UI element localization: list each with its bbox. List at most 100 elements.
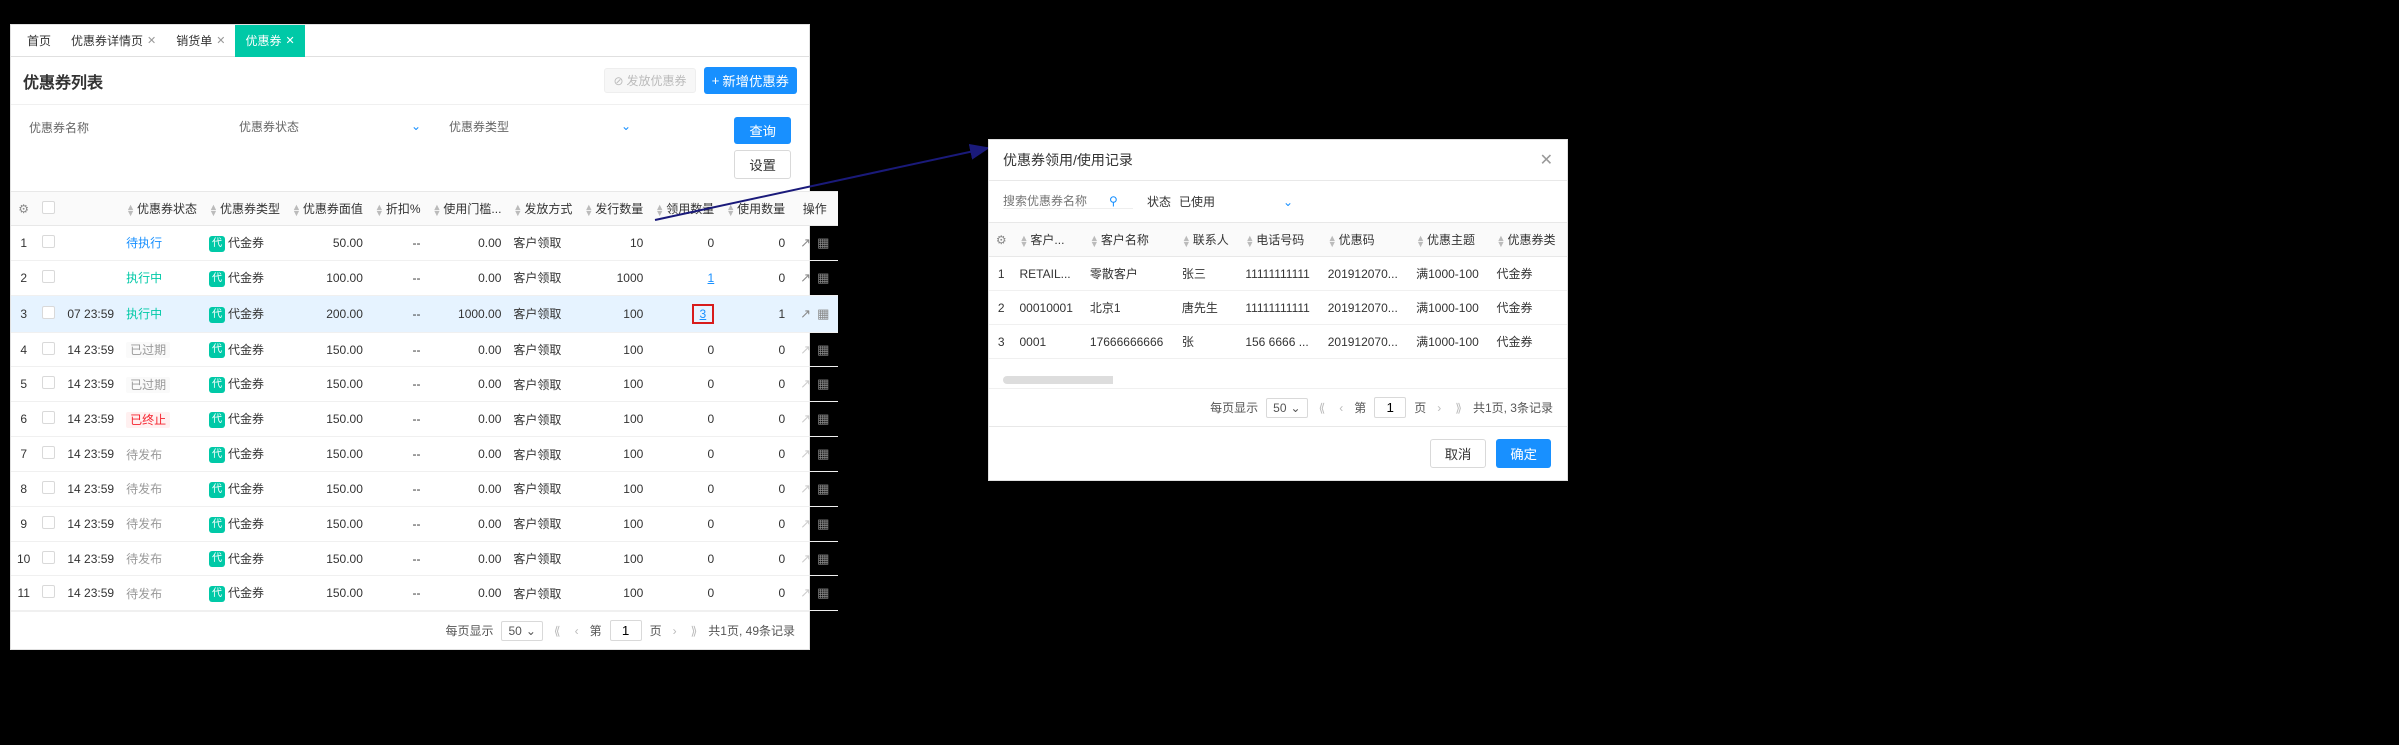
table-row[interactable]: 3000117666666666张156 6666 ...2019120​70.… [989,325,1567,359]
horizontal-scrollbar[interactable] [1003,376,1553,384]
qr-icon[interactable]: ▦ [817,481,829,496]
close-icon[interactable]: ✕ [1540,150,1553,170]
page-prev-button[interactable]: ‹ [572,624,582,638]
col-face[interactable]: ▲▼优惠券面值 [286,192,369,226]
page-next-button[interactable]: › [1434,401,1444,415]
close-icon[interactable]: ✕ [216,25,225,57]
tab-优惠券[interactable]: 优惠券✕ [235,25,304,57]
qr-icon[interactable]: ▦ [817,585,829,600]
qr-icon[interactable]: ▦ [817,235,829,250]
row-ops: ↗▦ [791,332,838,367]
page-title: 优惠券列表 [23,69,103,93]
table-row[interactable]: 414 23:59已过期代代金券150.00--0.00客户领取10000↗▦ [11,332,838,367]
row-checkbox[interactable] [42,235,55,248]
qr-icon[interactable]: ▦ [817,411,829,426]
row-checkbox[interactable] [42,342,55,355]
row-checkbox[interactable] [42,376,55,389]
filter-status-select[interactable]: ⌄ [305,117,425,135]
type-badge-icon: 代 [209,482,225,498]
share-icon: ↗ [800,446,811,461]
table-row[interactable]: 1114 23:59待发布代代金券150.00--0.00客户领取10000↗▦ [11,576,838,611]
per-page-select[interactable]: 50 ⌄ [1266,398,1307,418]
page-input[interactable] [610,620,642,641]
row-type: 代代金券 [203,226,286,261]
col-gear[interactable]: ⚙ [11,192,36,226]
filter-name-input[interactable] [95,117,215,137]
table-row[interactable]: 614 23:59已终止代代金券150.00--0.00客户领取10000↗▦ [11,402,838,437]
col-check[interactable] [36,192,61,226]
col-method[interactable]: ▲▼发放方式 [507,192,578,226]
page-prev-button[interactable]: ‹ [1336,401,1346,415]
qr-icon[interactable]: ▦ [817,376,829,391]
search-button[interactable]: 查询 [734,117,791,144]
col-contact[interactable]: ▲▼联系人 [1176,223,1239,257]
claim-count-link[interactable]: 3 [692,304,715,324]
col-custname[interactable]: ▲▼客户名称 [1084,223,1176,257]
col-threshold[interactable]: ▲▼使用门槛... [426,192,507,226]
table-row[interactable]: 814 23:59待发布代代金券150.00--0.00客户领取10000↗▦ [11,471,838,506]
share-icon[interactable]: ↗ [800,235,811,250]
col-custno[interactable]: ▲▼客户... [1014,223,1084,257]
table-row[interactable]: 914 23:59待发布代代金券150.00--0.00客户领取10000↗▦ [11,506,838,541]
qr-icon[interactable]: ▦ [817,516,829,531]
row-checkbox[interactable] [42,411,55,424]
tab-优惠券详情页[interactable]: 优惠券详情页✕ [61,25,166,57]
table-row[interactable]: 2执行中代代金券100.00--0.00客户领取100010↗▦ [11,260,838,295]
modal-state-select[interactable]: 状态 已使用 ⌄ [1147,193,1293,210]
claim-count-link[interactable]: 1 [708,271,715,285]
page-first-button[interactable]: ⟪ [1316,401,1329,415]
qr-icon[interactable]: ▦ [817,270,829,285]
share-icon[interactable]: ↗ [800,306,811,321]
page-last-button[interactable]: ⟫ [1452,401,1465,415]
share-icon[interactable]: ↗ [800,270,811,285]
qr-icon[interactable]: ▦ [817,306,829,321]
qr-icon[interactable]: ▦ [817,342,829,357]
col-issue[interactable]: ▲▼发行数量 [578,192,649,226]
col-type[interactable]: ▲▼优惠券类型 [203,192,286,226]
modal-search[interactable]: ⚲ [1003,194,1133,209]
col-subject[interactable]: ▲▼优惠主题 [1410,223,1490,257]
table-row[interactable]: 1RETAIL...零散客户张三111111111112019120​70...… [989,257,1567,291]
row-checkbox[interactable] [42,446,55,459]
tab-首页[interactable]: 首页 [17,25,61,57]
row-contact: 唐先生 [1176,291,1239,325]
table-row[interactable]: 714 23:59待发布代代金券150.00--0.00客户领取10000↗▦ [11,437,838,472]
settings-button[interactable]: 设置 [734,150,791,179]
row-checkbox[interactable] [42,551,55,564]
tab-销货单[interactable]: 销货单✕ [166,25,235,57]
add-coupon-button[interactable]: + 新增优惠券 [704,67,797,94]
page-input[interactable] [1374,397,1406,418]
close-icon[interactable]: ✕ [147,25,156,57]
row-checkbox[interactable] [42,585,55,598]
modal-search-input[interactable] [1003,194,1103,208]
col-code[interactable]: ▲▼优惠码 [1322,223,1410,257]
checkbox[interactable] [42,201,55,214]
qr-icon[interactable]: ▦ [817,446,829,461]
table-row[interactable]: 307 23:59执行中代代金券200.00--1000.00客户领取10031… [11,295,838,332]
row-checkbox[interactable] [42,270,55,283]
col-gear[interactable]: ⚙ [989,223,1014,257]
per-page-select[interactable]: 50 ⌄ [501,621,542,641]
row-checkbox[interactable] [42,516,55,529]
col-phone[interactable]: ▲▼电话号码 [1239,223,1321,257]
ok-button[interactable]: 确定 [1496,439,1551,468]
page-next-button[interactable]: › [670,624,680,638]
filter-type-select[interactable]: ⌄ [515,117,635,135]
table-row[interactable]: 200010001北京1唐先生111111111112019120​70...满… [989,291,1567,325]
col-use[interactable]: ▲▼使用数量 [720,192,791,226]
cancel-button[interactable]: 取消 [1430,439,1487,468]
page-last-button[interactable]: ⟫ [688,624,701,638]
qr-icon[interactable]: ▦ [817,551,829,566]
col-claim[interactable]: ▲▼领用数量 [649,192,720,226]
table-row[interactable]: 1待执行代代金券50.00--0.00客户领取1000↗▦ [11,226,838,261]
row-time: 14 23:59 [61,471,120,506]
row-checkbox[interactable] [42,481,55,494]
table-row[interactable]: 514 23:59已过期代代金券150.00--0.00客户领取10000↗▦ [11,367,838,402]
row-checkbox[interactable] [42,306,55,319]
col-status[interactable]: ▲▼优惠券状态 [120,192,203,226]
close-icon[interactable]: ✕ [286,25,295,57]
col-discount[interactable]: ▲▼折扣% [369,192,427,226]
table-row[interactable]: 1014 23:59待发布代代金券150.00--0.00客户领取10000↗▦ [11,541,838,576]
page-first-button[interactable]: ⟪ [551,624,564,638]
col-ctype[interactable]: ▲▼优惠券类 [1491,223,1567,257]
